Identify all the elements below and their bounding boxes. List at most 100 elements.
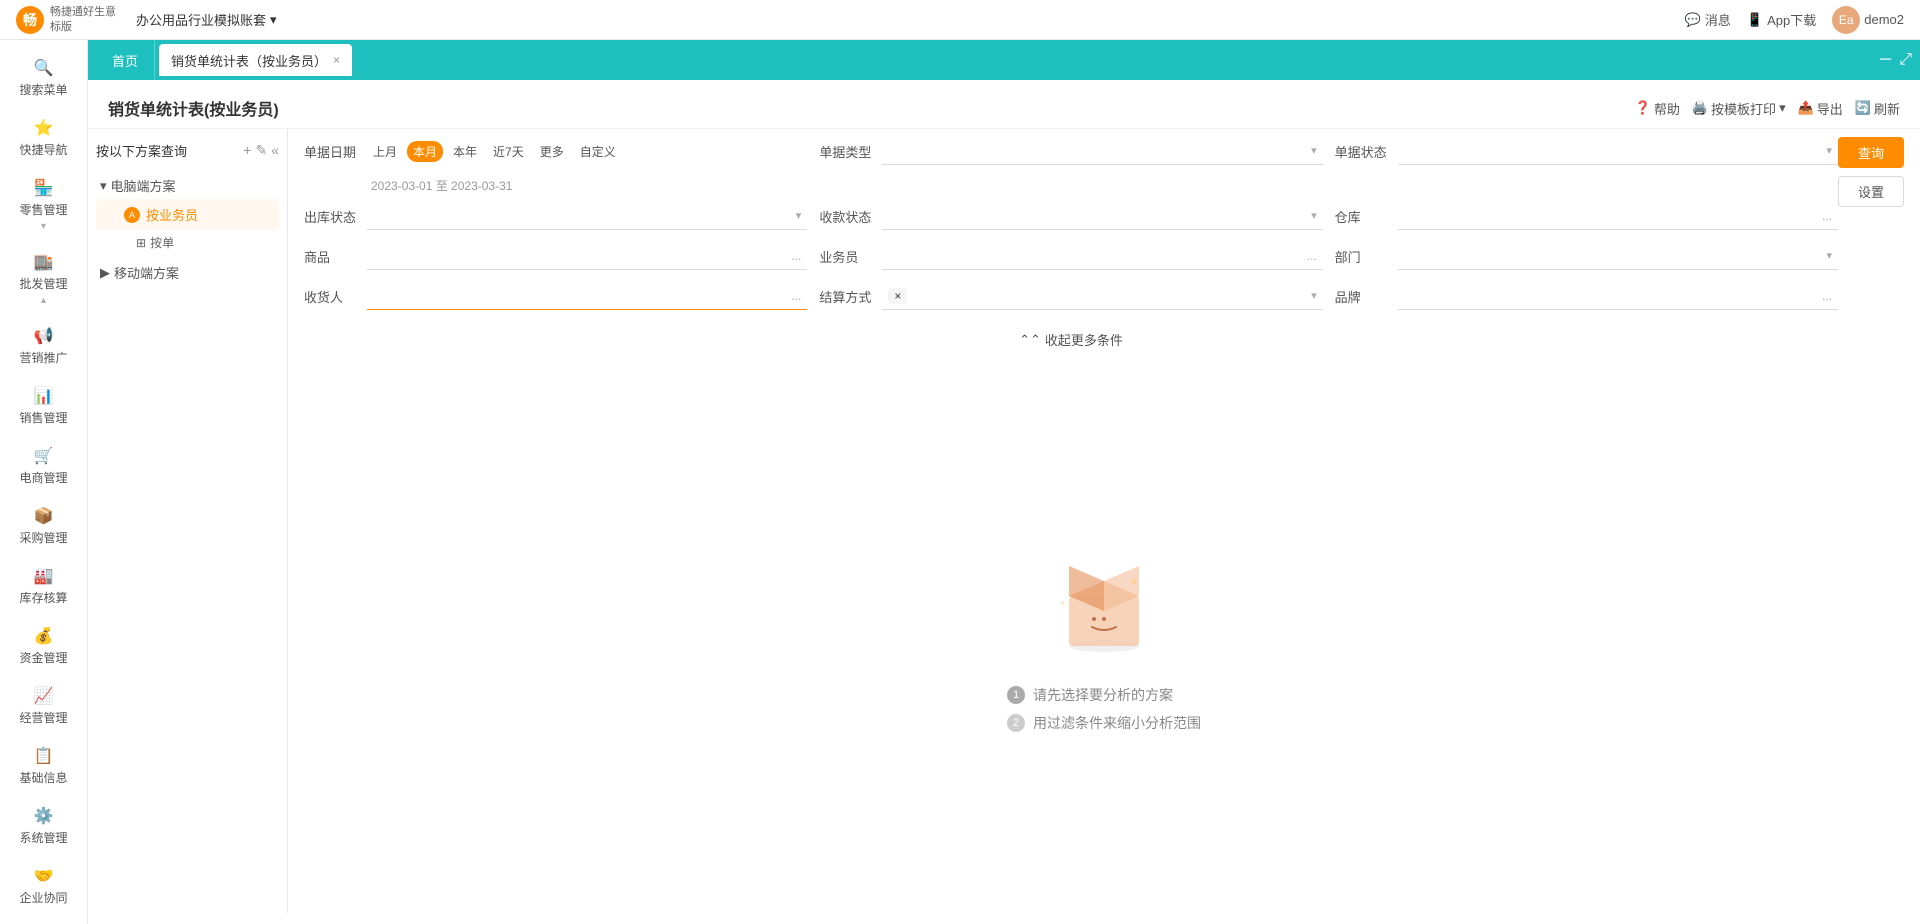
ellipsis-icon[interactable]: ... [1307, 249, 1317, 263]
print-arrow: ▾ [1779, 100, 1786, 116]
date-this-month-btn[interactable]: 本月 [407, 141, 443, 162]
collapse-btn[interactable]: ⌃⌃ 收起更多条件 [1019, 330, 1123, 349]
ellipsis-icon[interactable]: ... [1822, 289, 1832, 303]
sidebar-item-wholesale[interactable]: 🏬 批发管理 ▴ [0, 242, 87, 316]
logo-area: 畅 畅捷通好生意 标版 [16, 5, 116, 34]
filter-doc-status: 单据状态 ▾ [1335, 137, 1838, 165]
ellipsis-icon[interactable]: ... [791, 289, 801, 303]
date-more-btn[interactable]: 更多 [534, 141, 570, 162]
date-range-text: 2023-03-01 至 2023-03-31 [371, 179, 512, 193]
filter-salesperson: 业务员 ... [819, 242, 1322, 270]
sidebar-item-ecommerce[interactable]: 🛒 电商管理 [0, 436, 87, 496]
form-with-actions: 单据日期 上月 本月 本年 近7天 更多 自定义 [288, 129, 1920, 361]
sidebar-item-shortcut[interactable]: ⭐ 快捷导航 [0, 108, 87, 168]
filter-right-area: 单据日期 上月 本月 本年 近7天 更多 自定义 [288, 129, 1920, 913]
chevron-down-icon: ▾ [270, 12, 277, 28]
sidebar-item-basic[interactable]: 📋 基础信息 [0, 736, 87, 796]
add-scheme-icon[interactable]: + [243, 142, 251, 159]
user-name: demo2 [1864, 12, 1904, 27]
out-status-select[interactable]: ▾ [367, 202, 807, 230]
filter-department: 部门 ▾ [1335, 242, 1838, 270]
sidebar-item-search[interactable]: 🔍 搜索菜单 [0, 48, 87, 108]
edit-scheme-icon[interactable]: ✎ [255, 142, 267, 159]
receiver-input[interactable]: ... [367, 282, 807, 310]
scheme-subitem-by-doc[interactable]: ⊞ 按单 [96, 230, 279, 255]
action-row: ⌃⌃ 收起更多条件 [304, 322, 1838, 361]
filter-out-status: 出库状态 ▾ [304, 202, 807, 230]
scheme-header: 按以下方案查询 + ✎ « [96, 137, 279, 164]
empty-state: ✦ ✦ 1 请先选择要分析的方案 2 [288, 361, 1920, 913]
date-this-year-btn[interactable]: 本年 [447, 141, 483, 162]
group-label: 电脑端方案 [111, 176, 176, 195]
sidebar-item-guide[interactable]: 🔰 新手引导 [0, 916, 87, 924]
department-label: 部门 [1335, 247, 1390, 266]
sidebar-item-sales[interactable]: 📊 销售管理 [0, 376, 87, 436]
tab-close-icon[interactable]: × [333, 53, 340, 67]
chevron-down-icon: ▾ [1311, 289, 1317, 302]
scheme-desktop-group-title[interactable]: ▾ 电脑端方案 [96, 172, 279, 199]
tab-home[interactable]: 首页 [96, 40, 155, 80]
ellipsis-icon[interactable]: ... [1822, 209, 1832, 223]
warehouse-input[interactable]: ... [1398, 202, 1838, 230]
app-download-btn[interactable]: 📱 App下载 [1747, 10, 1816, 29]
doc-type-select[interactable]: ▾ [882, 137, 1322, 165]
filter-payment-status: 收款状态 ▾ [819, 202, 1322, 230]
date-range-display: 2023-03-01 至 2023-03-31 [304, 177, 1838, 194]
settlement-select[interactable]: × ▾ [882, 282, 1322, 310]
step-2-num: 2 [1007, 714, 1025, 732]
collapse-scheme-icon[interactable]: « [271, 142, 279, 159]
payment-status-select[interactable]: ▾ [882, 202, 1322, 230]
salesperson-label: 业务员 [819, 247, 874, 266]
doc-status-select[interactable]: ▾ [1398, 137, 1838, 165]
tab-sales-stat[interactable]: 销货单统计表（按业务员） × [159, 44, 352, 76]
tab-expand-btn[interactable]: ⤢ [1899, 51, 1912, 69]
date-last7-btn[interactable]: 近7天 [487, 141, 530, 162]
date-last-month-btn[interactable]: 上月 [367, 141, 403, 162]
app-selector[interactable]: 办公用品行业模拟账套 ▾ [136, 10, 277, 29]
mobile-group-label: 移动端方案 [114, 263, 179, 282]
star-icon: ⭐ [34, 118, 54, 138]
export-btn[interactable]: 📤 导出 [1798, 99, 1843, 118]
inventory-icon: 🏭 [34, 566, 54, 586]
message-btn[interactable]: 💬 消息 [1685, 10, 1731, 29]
tab-minimize-btn[interactable]: ─ [1880, 51, 1891, 69]
sales-icon: 📊 [34, 386, 54, 406]
user-menu-btn[interactable]: Ea demo2 [1832, 6, 1904, 34]
sidebar-item-enterprise[interactable]: 🤝 企业协同 [0, 856, 87, 916]
sidebar-item-inventory[interactable]: 🏭 库存核算 [0, 556, 87, 616]
page-header: 销货单统计表(按业务员) ❓ 帮助 🖨️ 按模板打印 ▾ 📤 [88, 80, 1920, 129]
chevron-down-icon: ▾ [1826, 249, 1832, 262]
empty-steps: 1 请先选择要分析的方案 2 用过滤条件来缩小分析范围 [1007, 685, 1201, 733]
chevron-down-icon: ▾ [41, 221, 46, 232]
purchase-icon: 📦 [34, 506, 54, 526]
sidebar-item-finance[interactable]: 💰 资金管理 [0, 616, 87, 676]
sidebar-item-marketing[interactable]: 📢 营销推广 [0, 316, 87, 376]
goods-input[interactable]: ... [367, 242, 807, 270]
salesperson-input[interactable]: ... [882, 242, 1322, 270]
brand-input[interactable]: ... [1398, 282, 1838, 310]
ellipsis-icon[interactable]: ... [791, 249, 801, 263]
top-bar: 畅 畅捷通好生意 标版 办公用品行业模拟账套 ▾ 💬 消息 📱 App下载 [0, 0, 1920, 40]
sidebar-item-retail[interactable]: 🏪 零售管理 ▾ [0, 168, 87, 242]
filter-row-2: 出库状态 ▾ 收款状态 [304, 202, 1838, 230]
department-select[interactable]: ▾ [1398, 242, 1838, 270]
page-content: 销货单统计表(按业务员) ❓ 帮助 🖨️ 按模板打印 ▾ 📤 [88, 80, 1920, 924]
tag-close-icon[interactable]: × [894, 289, 901, 303]
logo-char: 畅 [23, 10, 37, 30]
print-btn[interactable]: 🖨️ 按模板打印 ▾ [1692, 99, 1786, 118]
scheme-item-by-salesperson[interactable]: A 按业务员 [96, 199, 279, 230]
tab-bar: 首页 销货单统计表（按业务员） × ─ ⤢ [88, 40, 1920, 80]
scheme-item-label: 按业务员 [146, 205, 198, 224]
sidebar-item-operation[interactable]: 📈 经营管理 [0, 676, 87, 736]
date-custom-btn[interactable]: 自定义 [574, 141, 622, 162]
refresh-btn[interactable]: 🔄 刷新 [1855, 99, 1900, 118]
export-label: 导出 [1817, 99, 1843, 118]
scheme-mobile-group-title[interactable]: ▶ 移动端方案 [96, 259, 279, 286]
help-btn[interactable]: ❓ 帮助 [1635, 99, 1680, 118]
sidebar-item-system[interactable]: ⚙️ 系统管理 [0, 796, 87, 856]
sidebar-item-label: 零售管理 [19, 201, 67, 218]
settings-btn[interactable]: 设置 [1838, 176, 1904, 207]
query-btn[interactable]: 查询 [1838, 137, 1904, 168]
settlement-tag: × [888, 288, 907, 304]
sidebar-item-purchase[interactable]: 📦 采购管理 [0, 496, 87, 556]
